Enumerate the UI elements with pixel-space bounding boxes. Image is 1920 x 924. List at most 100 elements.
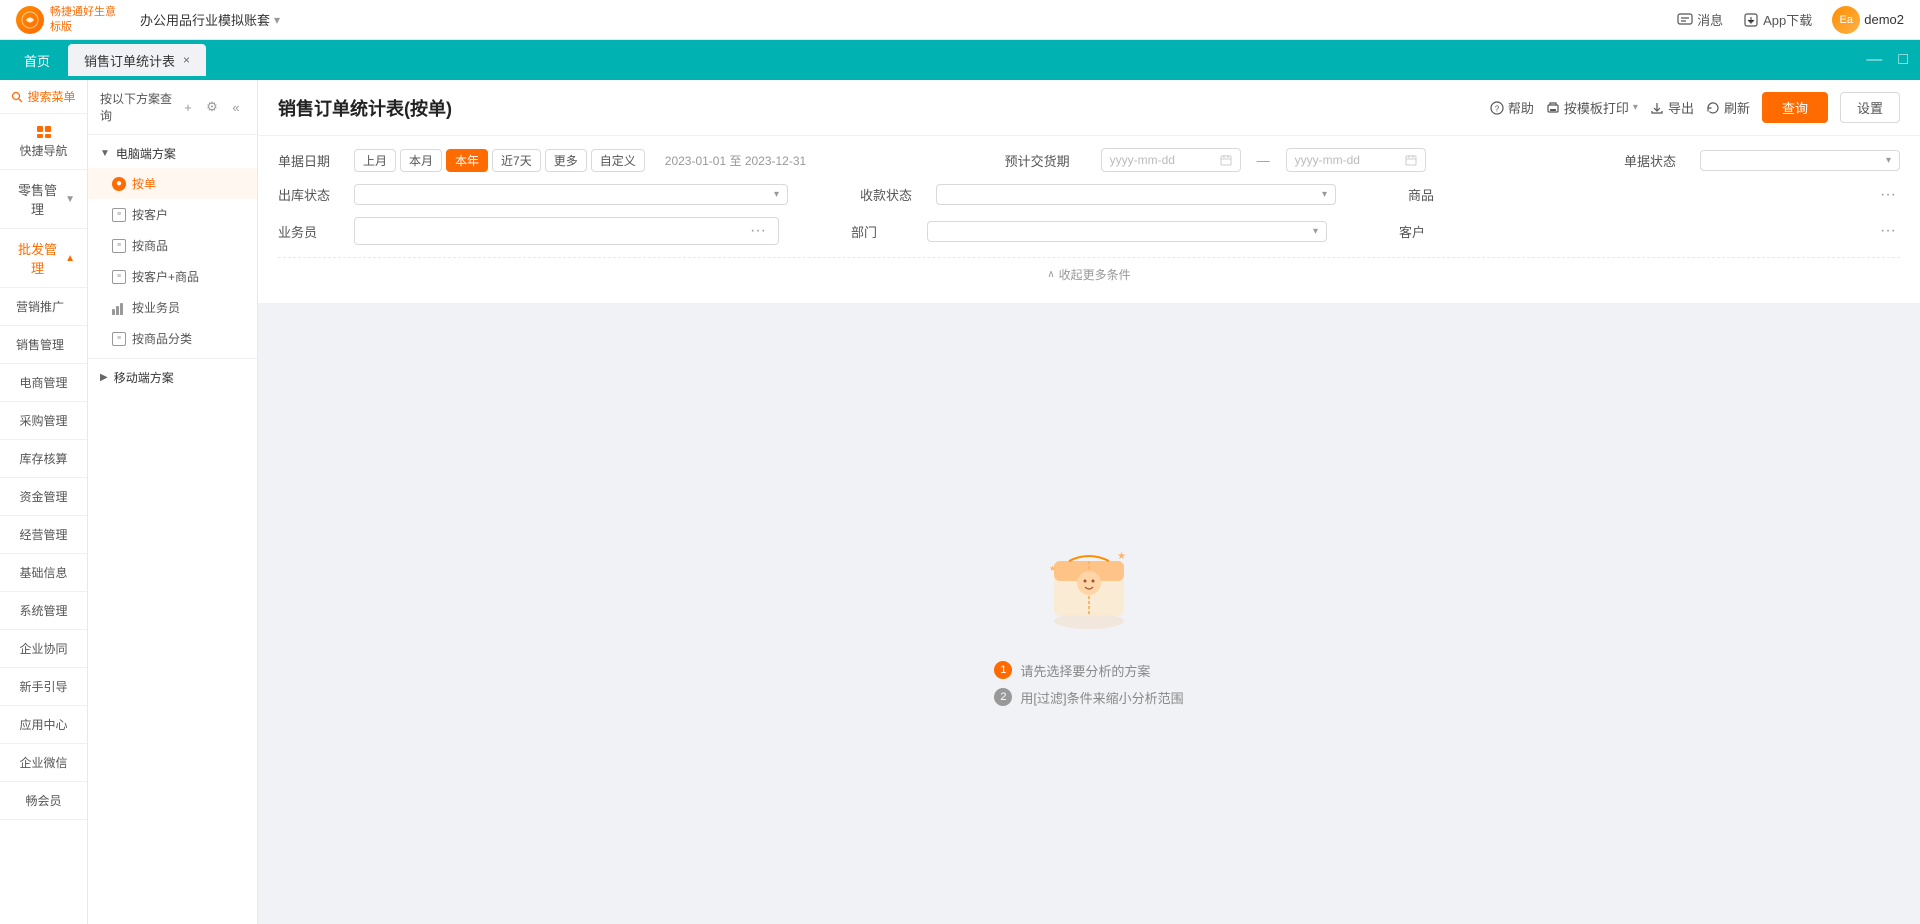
- svg-text:★: ★: [1049, 564, 1056, 573]
- desktop-scheme-group: ▼ 电脑端方案 ● 按单 ≡ 按客户 ≡ 按商品: [88, 135, 257, 358]
- collapse-button[interactable]: ∧ 收起更多条件: [1047, 266, 1130, 283]
- sidebar-item-inventory[interactable]: 库存核算: [0, 440, 87, 478]
- header-right: 消息 App下载 Ea demo2: [1677, 6, 1904, 34]
- sidebar-item-member[interactable]: 畅会员: [0, 782, 87, 820]
- grid-icon: ≡: [112, 270, 126, 284]
- scheme-item-by-cust-prod[interactable]: ≡ 按客户+商品: [88, 261, 257, 292]
- export-button[interactable]: 导出: [1650, 98, 1694, 117]
- scheme-item-by-product[interactable]: ≡ 按商品: [88, 230, 257, 261]
- search-icon: [11, 91, 23, 103]
- collapse-icon: ∧: [1047, 269, 1054, 280]
- top-header: 畅捷通好生意 标版 办公用品行业模拟账套 ▾ 消息 App下载 Ea: [0, 0, 1920, 40]
- nav-icon: [36, 124, 52, 140]
- chevron-down-icon: ▾: [1886, 155, 1891, 166]
- right-panel: 销售订单统计表(按单) ? 帮助: [258, 80, 1920, 924]
- scheme-panel-header: 按以下方案查询 + ⚙ «: [88, 80, 257, 135]
- store-selector[interactable]: 办公用品行业模拟账套 ▾: [140, 10, 280, 29]
- query-button[interactable]: 查询: [1762, 92, 1828, 123]
- chevron-up-icon: ▲: [65, 253, 75, 264]
- export-icon: [1650, 101, 1664, 115]
- sidebar-item-marketing[interactable]: 营销推广: [0, 288, 87, 326]
- delivery-date-start-input[interactable]: yyyy-mm-dd: [1101, 148, 1241, 172]
- template-print-button[interactable]: 按模板打印 ▾: [1546, 98, 1638, 117]
- settings-button[interactable]: 设置: [1840, 92, 1900, 123]
- window-maximize-icon[interactable]: □: [1894, 47, 1912, 73]
- customer-dots-button[interactable]: ···: [1876, 222, 1900, 240]
- sidebar-item-ecommerce[interactable]: 电商管理: [0, 364, 87, 402]
- sidebar-item-sales[interactable]: 销售管理: [0, 326, 87, 364]
- date-separator: —: [1257, 153, 1270, 168]
- sidebar-item-retail[interactable]: 零售管理 ▼: [0, 170, 87, 229]
- sidebar-item-apps[interactable]: 应用中心: [0, 706, 87, 744]
- app-download-action[interactable]: App下载: [1743, 10, 1812, 29]
- step2-circle: 2: [994, 688, 1012, 706]
- scheme-item-by-customer[interactable]: ≡ 按客户: [88, 199, 257, 230]
- delivery-date-end-input[interactable]: yyyy-mm-dd: [1286, 148, 1426, 172]
- receipt-status-select[interactable]: ▾: [936, 184, 1336, 205]
- sidebar-item-nav[interactable]: 快捷导航: [0, 114, 87, 170]
- refresh-button[interactable]: 刷新: [1706, 98, 1750, 117]
- sidebar-item-newbie[interactable]: 新手引导: [0, 668, 87, 706]
- mobile-group-header[interactable]: ▶ 移动端方案: [88, 363, 257, 392]
- sidebar: 搜索菜单 快捷导航 零售管理 ▼ 批发管理 ▲ 营销推广 销售管理 电商管理: [0, 80, 88, 924]
- user-profile[interactable]: Ea demo2: [1832, 6, 1904, 34]
- title-actions: ? 帮助 按模板打印 ▾: [1490, 92, 1900, 123]
- scheme-item-by-category[interactable]: ≡ 按商品分类: [88, 323, 257, 354]
- svg-text:★: ★: [1117, 551, 1126, 562]
- sidebar-item-wholesale[interactable]: 批发管理 ▲: [0, 229, 87, 288]
- grid-icon: ≡: [112, 332, 126, 346]
- sidebar-item-wechat[interactable]: 企业微信: [0, 744, 87, 782]
- tab-sales-order-stats[interactable]: 销售订单统计表 ×: [68, 44, 206, 76]
- empty-tip-2: 2 用[过滤]条件来缩小分析范围: [994, 688, 1183, 707]
- empty-tip-1: 1 请先选择要分析的方案: [994, 661, 1183, 680]
- sidebar-item-finance[interactable]: 资金管理: [0, 478, 87, 516]
- scheme-add-button[interactable]: +: [179, 98, 197, 116]
- sidebar-item-purchase[interactable]: 采购管理: [0, 402, 87, 440]
- sidebar-item-corp[interactable]: 企业协同: [0, 630, 87, 668]
- message-icon: [1677, 12, 1693, 28]
- template-print-chevron-icon: ▾: [1633, 102, 1638, 113]
- date-btn-this-year[interactable]: 本年: [446, 149, 488, 172]
- sidebar-search[interactable]: 搜索菜单: [0, 80, 87, 114]
- desktop-group-header[interactable]: ▼ 电脑端方案: [88, 139, 257, 168]
- help-button[interactable]: ? 帮助: [1490, 98, 1534, 117]
- grid-icon: ≡: [112, 239, 126, 253]
- window-minimize-icon[interactable]: —: [1862, 47, 1886, 73]
- delivery-status-select[interactable]: ▾: [354, 184, 788, 205]
- date-btn-more[interactable]: 更多: [545, 149, 587, 172]
- product-dots-button[interactable]: ···: [1876, 186, 1900, 204]
- mobile-scheme-group: ▶ 移动端方案: [88, 358, 257, 396]
- scheme-panel: 按以下方案查询 + ⚙ « ▼ 电脑端方案 ● 按单 ≡ 按客户: [88, 80, 258, 924]
- empty-text-group: 1 请先选择要分析的方案 2 用[过滤]条件来缩小分析范围: [994, 661, 1183, 707]
- scheme-collapse-button[interactable]: «: [227, 98, 245, 116]
- scheme-settings-button[interactable]: ⚙: [203, 98, 221, 116]
- date-btn-custom[interactable]: 自定义: [591, 149, 645, 172]
- page-title-row: 销售订单统计表(按单) ? 帮助: [258, 80, 1920, 136]
- tab-home[interactable]: 首页: [8, 44, 66, 76]
- date-btn-this-month[interactable]: 本月: [400, 149, 442, 172]
- chevron-down-icon: ▾: [274, 13, 280, 27]
- scheme-item-by-salesman[interactable]: 按业务员: [88, 292, 257, 323]
- dept-select[interactable]: ▾: [927, 221, 1327, 242]
- header-left: 畅捷通好生意 标版 办公用品行业模拟账套 ▾: [16, 5, 280, 34]
- main-layout: 搜索菜单 快捷导航 零售管理 ▼ 批发管理 ▲ 营销推广 销售管理 电商管理: [0, 80, 1920, 924]
- salesman-dots-button[interactable]: ···: [746, 222, 770, 240]
- content-area: 按以下方案查询 + ⚙ « ▼ 电脑端方案 ● 按单 ≡ 按客户: [88, 80, 1920, 924]
- tab-close-icon[interactable]: ×: [183, 53, 190, 67]
- date-btn-last-month[interactable]: 上月: [354, 149, 396, 172]
- dot-icon: ●: [112, 177, 126, 191]
- chevron-down-icon: ▾: [1322, 189, 1327, 200]
- date-btn-last7[interactable]: 近7天: [492, 149, 541, 172]
- scheme-item-by-order[interactable]: ● 按单: [88, 168, 257, 199]
- bill-status-select[interactable]: ▾: [1700, 150, 1900, 171]
- sidebar-item-system[interactable]: 系统管理: [0, 592, 87, 630]
- group-collapse-icon: ▶: [100, 372, 108, 383]
- message-action[interactable]: 消息: [1677, 10, 1723, 29]
- logo-icon: [16, 6, 44, 34]
- sidebar-item-ops[interactable]: 经营管理: [0, 516, 87, 554]
- empty-illustration: ★ ★: [1029, 521, 1149, 641]
- salesman-input[interactable]: ···: [354, 217, 779, 245]
- filter-row-status: 出库状态 ▾ 收款状态 ▾ 商品 ···: [278, 184, 1900, 205]
- download-icon: [1743, 12, 1759, 28]
- sidebar-item-basic[interactable]: 基础信息: [0, 554, 87, 592]
